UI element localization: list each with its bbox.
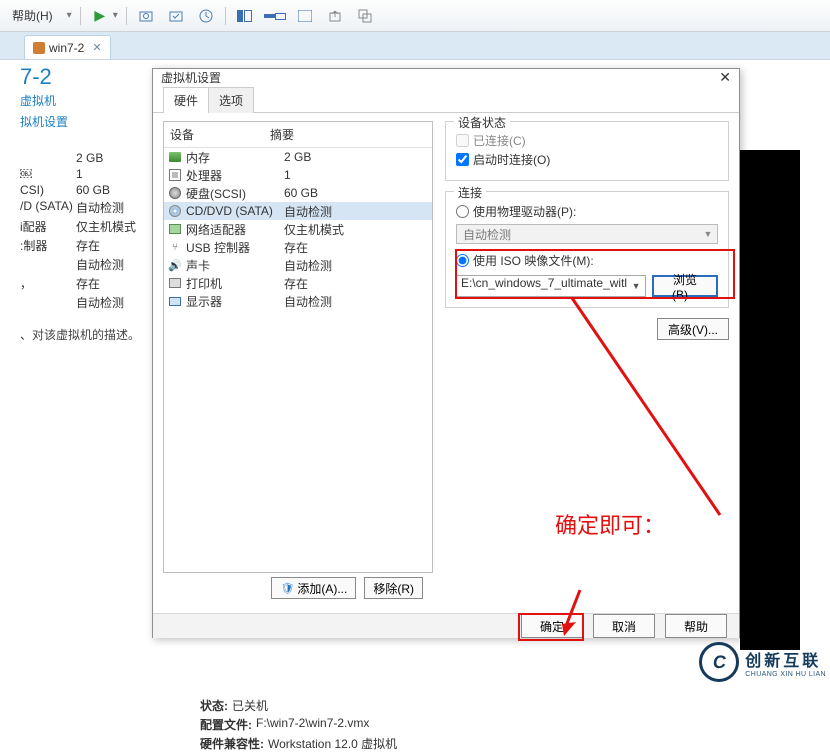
device-summary: 自动检测 xyxy=(284,203,428,220)
export-icon[interactable] xyxy=(324,5,346,27)
cancel-button[interactable]: 取消 xyxy=(593,614,655,638)
tab-label: win7-2 xyxy=(49,41,84,55)
separator xyxy=(80,7,81,25)
dialog-titlebar: 虚拟机设置 ✕ xyxy=(153,69,739,86)
mem-icon xyxy=(168,150,182,164)
usb-icon: ⑂ xyxy=(168,240,182,254)
device-summary: 存在 xyxy=(284,239,428,256)
physical-drive-select: 自动检测▼ xyxy=(456,224,718,244)
browse-button[interactable]: 浏览(B)... xyxy=(652,275,718,297)
main-toolbar: 帮助(H) ▾ ▶▾ xyxy=(0,0,830,32)
remove-button[interactable]: 移除(R) xyxy=(364,577,423,599)
iso-path-input[interactable]: E:\cn_windows_7_ultimate_witl▼ xyxy=(456,275,646,297)
device-summary: 自动检测 xyxy=(284,257,428,274)
chevron-down-icon[interactable]: ▼ xyxy=(629,278,643,294)
device-name: CD/DVD (SATA) xyxy=(186,204,280,218)
snapshot-icon[interactable] xyxy=(135,5,157,27)
watermark: C 创新互联 CHUANG XIN HU LIAN xyxy=(699,642,826,682)
dialog-tabs: 硬件 选项 xyxy=(153,86,739,113)
watermark-name: 创新互联 xyxy=(745,647,826,671)
ok-button[interactable]: 确定 xyxy=(521,614,583,638)
mon-icon xyxy=(168,294,182,308)
device-name: 内存 xyxy=(186,149,280,166)
hardware-list: 设备 摘要 内存 2 GB 处理器 1 硬盘(SCSI) 60 GB CD/DVD (SAT… xyxy=(163,121,433,573)
help-button[interactable]: 帮助 xyxy=(665,614,727,638)
separator xyxy=(126,7,127,25)
tab-options[interactable]: 选项 xyxy=(208,87,254,113)
watermark-logo-icon: C xyxy=(699,642,739,682)
tab-hardware[interactable]: 硬件 xyxy=(163,87,209,113)
separator xyxy=(225,7,226,25)
device-name: 硬盘(SCSI) xyxy=(186,185,280,202)
play-icon[interactable]: ▶ xyxy=(89,5,111,27)
cpu-icon xyxy=(168,168,182,182)
device-status-group: 设备状态 已连接(C) 启动时连接(O) xyxy=(445,121,729,181)
snd-icon: 🔊 xyxy=(168,258,182,272)
chevron-down-icon: ▼ xyxy=(701,225,715,243)
watermark-pinyin: CHUANG XIN HU LIAN xyxy=(745,671,826,678)
fullscreen-icon[interactable] xyxy=(294,5,316,27)
layout1-icon[interactable] xyxy=(234,5,256,27)
tab-bar: win7-2 ✕ xyxy=(0,32,830,60)
help-menu[interactable]: 帮助(H) xyxy=(6,5,59,26)
device-summary: 60 GB xyxy=(284,186,428,200)
close-icon[interactable]: ✕ xyxy=(719,69,731,86)
dialog-footer: 确定 取消 帮助 xyxy=(153,613,739,638)
shield-icon: 🛡 xyxy=(280,582,294,595)
device-name: 打印机 xyxy=(186,275,280,292)
prn-icon xyxy=(168,276,182,290)
tab-win7-2[interactable]: win7-2 ✕ xyxy=(24,35,111,59)
hw-row-cpu[interactable]: 处理器 1 xyxy=(164,166,432,184)
device-name: 声卡 xyxy=(186,257,280,274)
device-summary: 仅主机模式 xyxy=(284,221,428,238)
vm-screen xyxy=(740,150,800,650)
layout2-icon[interactable] xyxy=(264,5,286,27)
device-name: 显示器 xyxy=(186,293,280,310)
hw-row-net[interactable]: 网络适配器仅主机模式 xyxy=(164,220,432,238)
device-summary: 存在 xyxy=(284,275,428,292)
col-summary: 摘要 xyxy=(264,122,300,147)
hw-row-cd[interactable]: CD/DVD (SATA) 自动检测 xyxy=(164,202,432,220)
vm-settings-dialog: 虚拟机设置 ✕ 硬件 选项 设备 摘要 内存 2 GB 处理器 1 硬盘(SCSI) 60… xyxy=(152,68,740,638)
advanced-button[interactable]: 高级(V)... xyxy=(657,318,729,340)
snapshot2-icon[interactable] xyxy=(165,5,187,27)
close-icon[interactable]: ✕ xyxy=(92,41,101,54)
add-button[interactable]: 🛡添加(A)... xyxy=(271,577,356,599)
hw-row-mon[interactable]: 显示器自动检测 xyxy=(164,292,432,310)
cd-icon xyxy=(168,204,182,218)
dialog-title: 虚拟机设置 xyxy=(161,69,221,86)
hw-row-hdd[interactable]: 硬盘(SCSI) 60 GB xyxy=(164,184,432,202)
col-device: 设备 xyxy=(164,122,264,147)
device-name: 处理器 xyxy=(186,167,280,184)
hdd-icon xyxy=(168,186,182,200)
group-legend: 设备状态 xyxy=(454,114,510,131)
hw-row-snd[interactable]: 🔊 声卡自动检测 xyxy=(164,256,432,274)
device-detail-panel: 设备状态 已连接(C) 启动时连接(O) 连接 使用物理驱动器(P): 自动检测… xyxy=(445,121,729,607)
connected-checkbox: 已连接(C) xyxy=(456,132,718,149)
device-summary: 自动检测 xyxy=(284,293,428,310)
hw-row-usb[interactable]: ⑂ USB 控制器存在 xyxy=(164,238,432,256)
use-physical-radio[interactable]: 使用物理驱动器(P): xyxy=(456,203,718,220)
hw-row-mem[interactable]: 内存 2 GB xyxy=(164,148,432,166)
connect-at-poweron-checkbox[interactable]: 启动时连接(O) xyxy=(456,151,718,168)
hardware-buttons: 🛡添加(A)... 移除(R) xyxy=(163,573,433,607)
clock-icon[interactable] xyxy=(195,5,217,27)
connection-group: 连接 使用物理驱动器(P): 自动检测▼ 使用 ISO 映像文件(M): E:\… xyxy=(445,191,729,308)
footer-info: 状态:已关机 配置文件:F:\win7-2\win7-2.vmx 硬件兼容性:W… xyxy=(200,696,397,753)
vm-icon xyxy=(33,42,45,54)
net-icon xyxy=(168,222,182,236)
use-iso-radio[interactable]: 使用 ISO 映像文件(M): xyxy=(456,252,718,269)
device-summary: 1 xyxy=(284,168,428,182)
list-header: 设备 摘要 xyxy=(164,122,432,148)
hw-row-prn[interactable]: 打印机存在 xyxy=(164,274,432,292)
device-summary: 2 GB xyxy=(284,150,428,164)
unity-icon[interactable] xyxy=(354,5,376,27)
device-name: USB 控制器 xyxy=(186,239,280,256)
group-legend: 连接 xyxy=(454,184,486,201)
device-name: 网络适配器 xyxy=(186,221,280,238)
